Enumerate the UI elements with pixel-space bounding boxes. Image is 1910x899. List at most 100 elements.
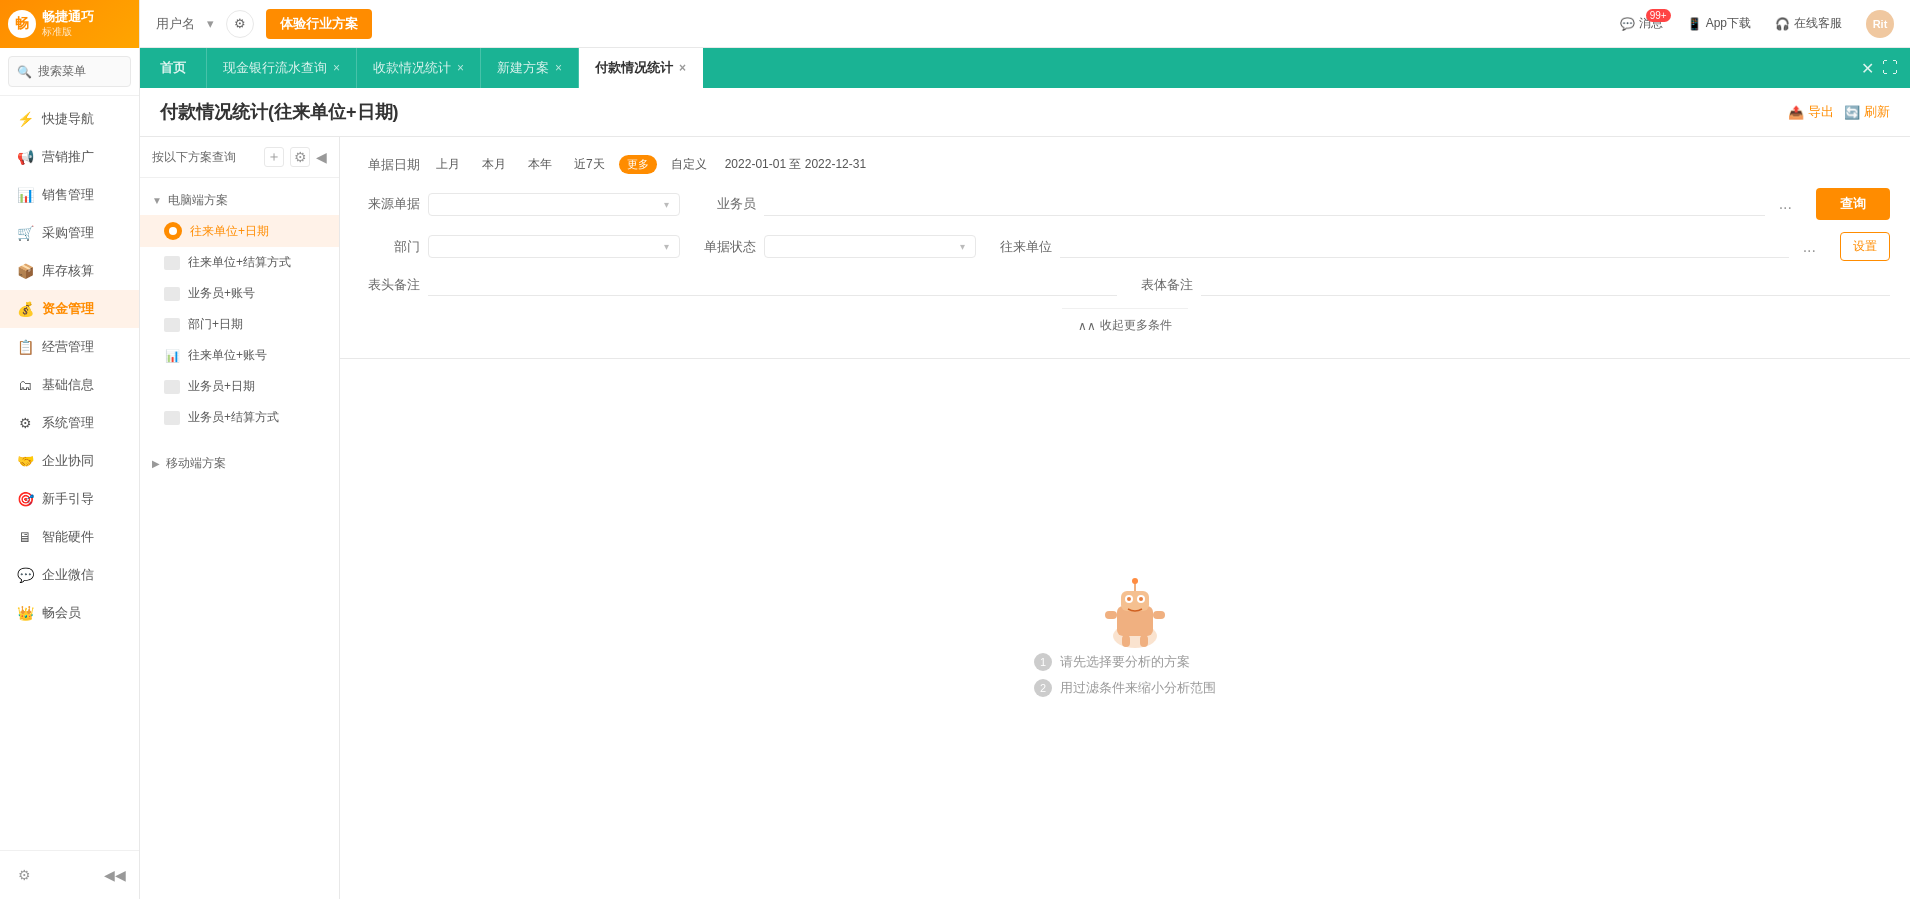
svg-rect-11 (1122, 635, 1130, 647)
body-note-input[interactable] (1201, 273, 1890, 296)
header-note-input[interactable] (428, 273, 1117, 296)
scheme-settings-button[interactable]: ⚙ (290, 147, 310, 167)
scheme-collapse-icon: ◀ (316, 149, 327, 165)
refresh-button[interactable]: 🔄 刷新 (1844, 103, 1890, 121)
sidebar-item-quick-nav[interactable]: ⚡ 快捷导航 (0, 100, 139, 138)
dept-label: 部门 (360, 238, 420, 256)
salesman-label: 业务员 (696, 195, 756, 213)
finance-icon: 💰 (16, 300, 34, 318)
sidebar-settings-button[interactable]: ⚙ (10, 861, 38, 889)
filter-dept-item: 部门 ▾ (360, 235, 680, 258)
date-custom-btn[interactable]: 自定义 (663, 153, 715, 176)
tab-cashflow[interactable]: 现金银行流水查询 × (207, 48, 357, 88)
sidebar-item-marketing[interactable]: 📢 营销推广 (0, 138, 139, 176)
scheme-panel-actions: ＋ ⚙ ◀ (264, 147, 327, 167)
service-label: 在线客服 (1794, 15, 1842, 32)
salesman-input[interactable] (764, 193, 1765, 216)
date-7days-btn[interactable]: 近7天 (566, 153, 613, 176)
date-more-btn[interactable]: 更多 (619, 155, 657, 174)
tab-home-label: 首页 (160, 59, 186, 77)
scheme-item-dept-date[interactable]: 部门+日期 (140, 309, 339, 340)
sidebar-item-sales[interactable]: 📊 销售管理 (0, 176, 139, 214)
trial-btn[interactable]: 体验行业方案 (266, 9, 372, 39)
filter-source-item: 来源单据 ▾ (360, 193, 680, 216)
tab-new-plan-close-icon[interactable]: × (555, 61, 562, 75)
scheme-panel-collapse-button[interactable]: ◀ (316, 149, 327, 165)
sidebar-item-hardware[interactable]: 🖥 智能硬件 (0, 518, 139, 556)
sidebar-item-wechat[interactable]: 💬 企业微信 (0, 556, 139, 594)
scheme-item-salesman-date[interactable]: 业务员+日期 (140, 371, 339, 402)
sidebar-item-member[interactable]: 👑 畅会员 (0, 594, 139, 632)
sidebar-item-finance[interactable]: 💰 资金管理 (0, 290, 139, 328)
close-tab-action[interactable]: ✕ (1861, 59, 1874, 78)
scheme-item-salesman-settle[interactable]: 业务员+结算方式 (140, 402, 339, 433)
page-header-actions: 📤 导出 🔄 刷新 (1788, 103, 1890, 121)
sidebar-item-purchase[interactable]: 🛒 采购管理 (0, 214, 139, 252)
sidebar: 畅 畅捷通巧 标准版 🔍 搜索菜单 ⚡ 快捷导航 📢 营销推广 📊 销售管理 🛒… (0, 0, 140, 899)
status-select[interactable]: ▾ (764, 235, 976, 258)
tab-cashflow-label: 现金银行流水查询 (223, 59, 327, 77)
mobile-section-arrow: ▶ (152, 458, 160, 469)
tab-home[interactable]: 首页 (140, 48, 207, 88)
sidebar-collapse-button[interactable]: ◀◀ (101, 861, 129, 889)
scheme-mobile-section-header[interactable]: ▶ 移动端方案 (140, 449, 339, 478)
topbar-avatar[interactable]: Rit (1866, 10, 1894, 38)
date-last-month-btn[interactable]: 上月 (428, 153, 468, 176)
enterprise-icon: 🤝 (16, 452, 34, 470)
scheme-item-counterpart-account[interactable]: 📊 往来单位+账号 (140, 340, 339, 371)
query-button[interactable]: 查询 (1816, 188, 1890, 220)
scheme-item-label: 业务员+账号 (188, 285, 255, 302)
salesman-dots-btn[interactable]: ... (1779, 195, 1792, 213)
scheme-panel-header: 按以下方案查询 ＋ ⚙ ◀ (140, 137, 339, 178)
tab-receipts-close-icon[interactable]: × (457, 61, 464, 75)
scheme-item-counterpart-date[interactable]: 往来单位+日期 (140, 215, 339, 247)
sidebar-item-basic[interactable]: 🗂 基础信息 (0, 366, 139, 404)
scheme-item-counterpart-settle[interactable]: 往来单位+结算方式 (140, 247, 339, 278)
tab-receipts[interactable]: 收款情况统计 × (357, 48, 481, 88)
svg-rect-12 (1140, 635, 1148, 647)
settings-button[interactable]: 设置 (1840, 232, 1890, 261)
tab-cashflow-close-icon[interactable]: × (333, 61, 340, 75)
topbar-gear-button[interactable]: ⚙ (226, 10, 254, 38)
scheme-item-salesman-account[interactable]: 业务员+账号 (140, 278, 339, 309)
user-name: 用户名 (156, 15, 195, 33)
tab-payments-close-icon[interactable]: × (679, 61, 686, 75)
sidebar-item-guide[interactable]: 🎯 新手引导 (0, 480, 139, 518)
sidebar-item-label: 系统管理 (42, 414, 94, 432)
mobile-section-label: 移动端方案 (166, 455, 226, 472)
counterpart-dots-btn[interactable]: ... (1803, 238, 1816, 256)
topbar-app-download-btn[interactable]: 📱 App下载 (1687, 15, 1751, 32)
export-button[interactable]: 📤 导出 (1788, 103, 1834, 121)
date-this-month-btn[interactable]: 本月 (474, 153, 514, 176)
fullscreen-tab-action[interactable]: ⛶ (1882, 59, 1898, 77)
sidebar-item-label: 快捷导航 (42, 110, 94, 128)
topbar-message-btn[interactable]: 💬 消息 99+ (1620, 15, 1663, 32)
collapse-conditions-button[interactable]: ∧∧ 收起更多条件 (1062, 308, 1188, 342)
scheme-add-button[interactable]: ＋ (264, 147, 284, 167)
sidebar-item-enterprise[interactable]: 🤝 企业协同 (0, 442, 139, 480)
topbar-service-btn[interactable]: 🎧 在线客服 (1775, 15, 1842, 32)
sidebar-item-operation[interactable]: 📋 经营管理 (0, 328, 139, 366)
counterpart-input[interactable] (1060, 235, 1789, 258)
inventory-icon: 📦 (16, 262, 34, 280)
dept-select[interactable]: ▾ (428, 235, 680, 258)
table-icon-2 (164, 287, 180, 301)
sidebar-item-inventory[interactable]: 📦 库存核算 (0, 252, 139, 290)
refresh-icon: 🔄 (1844, 105, 1860, 120)
sidebar-brand: 畅捷通巧 标准版 (42, 9, 94, 39)
filter-result-panel: 单据日期 上月 本月 本年 近7天 更多 自定义 2022-01-01 至 20… (340, 137, 1910, 899)
topbar-dropdown-btn[interactable]: ▾ (207, 16, 214, 31)
date-this-year-btn[interactable]: 本年 (520, 153, 560, 176)
scheme-desktop-section-header[interactable]: ▼ 电脑端方案 (140, 186, 339, 215)
sidebar-item-label: 经营管理 (42, 338, 94, 356)
tab-payments[interactable]: 付款情况统计 × (579, 48, 703, 88)
scheme-item-label: 往来单位+结算方式 (188, 254, 291, 271)
collapse-up-icon: ∧∧ (1078, 319, 1096, 333)
tab-new-plan[interactable]: 新建方案 × (481, 48, 579, 88)
sidebar-item-system[interactable]: ⚙ 系统管理 (0, 404, 139, 442)
scheme-mobile-section: ▶ 移动端方案 (140, 441, 339, 486)
search-menu-button[interactable]: 🔍 搜索菜单 (8, 56, 131, 87)
scheme-panel-title: 按以下方案查询 (152, 149, 236, 166)
service-icon: 🎧 (1775, 17, 1790, 31)
source-select[interactable]: ▾ (428, 193, 680, 216)
